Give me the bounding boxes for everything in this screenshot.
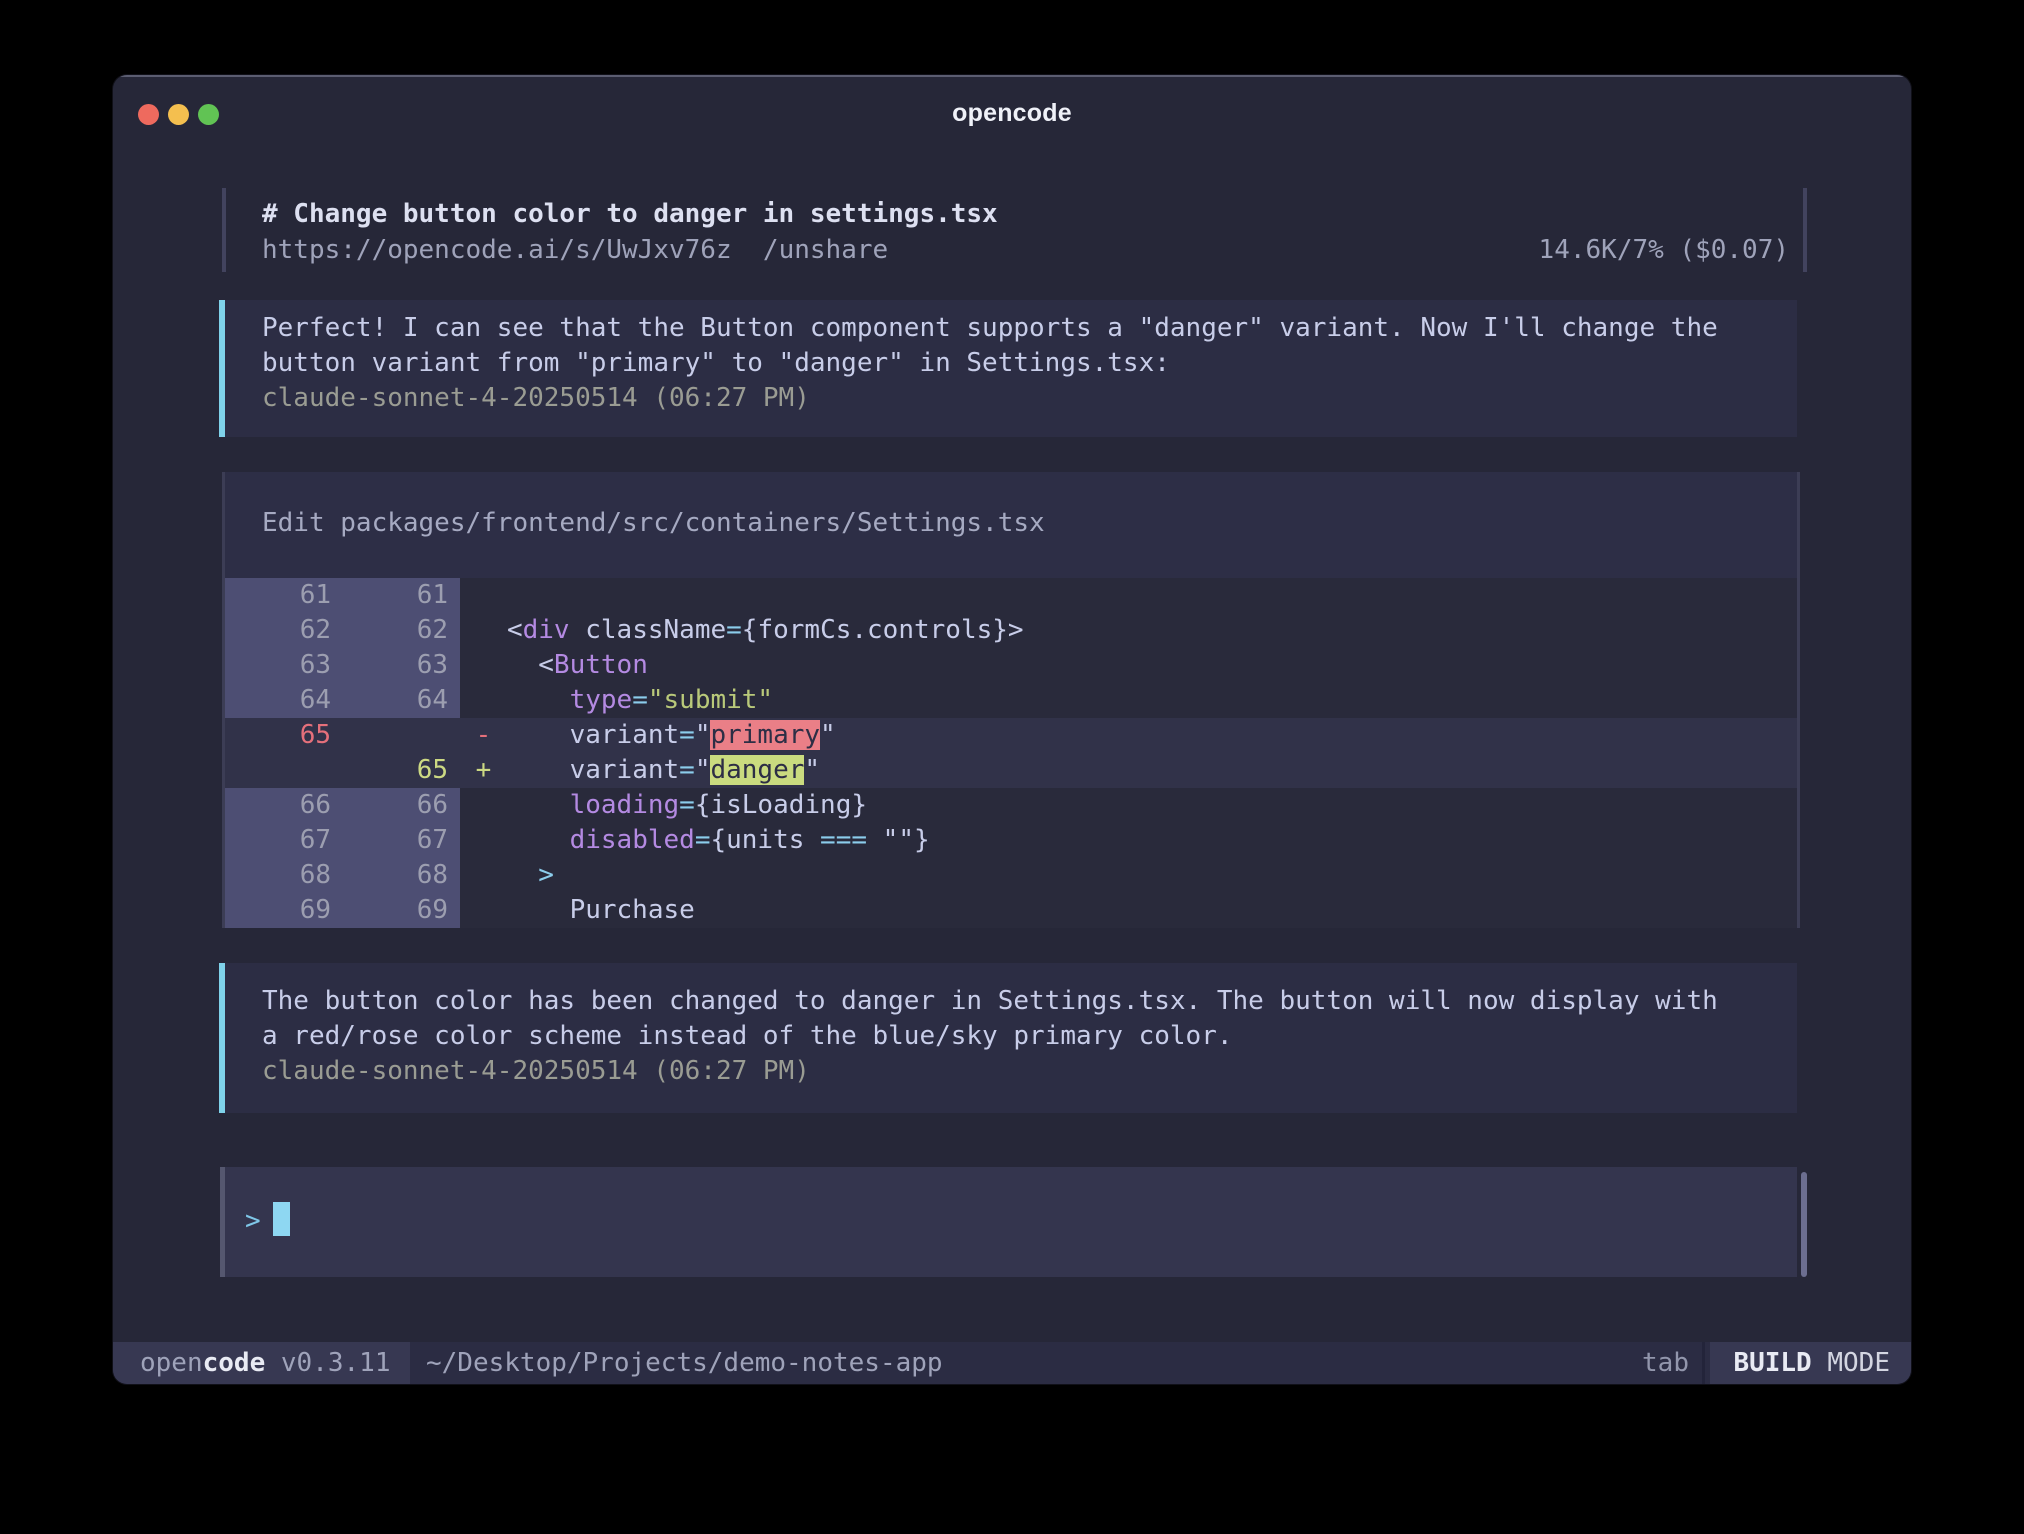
new-line-number: 62 (343, 613, 460, 648)
diff-code-line: disabled={units === ""} (460, 823, 1797, 858)
new-line-number (343, 718, 460, 753)
old-line-number: 66 (225, 788, 343, 823)
message-text-line: button variant from "primary" to "danger… (262, 346, 1797, 381)
old-line-number: 61 (225, 578, 343, 613)
diff-code-line: > (460, 858, 1797, 893)
app-name-suffix: code (203, 1348, 266, 1378)
old-line-number: 62 (225, 613, 343, 648)
prompt-symbol: > (245, 1206, 261, 1236)
diff-row: 6464 type="submit" (225, 683, 1797, 718)
message-body: The button color has been changed to dan… (262, 984, 1797, 1054)
message-model-meta: claude-sonnet-4-20250514 (06:27 PM) (262, 1054, 1797, 1089)
diff-code-line: <Button (460, 648, 1797, 683)
titlebar: opencode (113, 75, 1911, 145)
diff-row: 6868 > (225, 858, 1797, 893)
session-header: # Change button color to danger in setti… (222, 188, 1807, 272)
diff-gutter: 6161 (225, 578, 460, 613)
new-line-number: 69 (343, 893, 460, 928)
old-line-number (225, 753, 343, 788)
diff-gutter: 6363 (225, 648, 460, 683)
old-line-number: 68 (225, 858, 343, 893)
new-line-number: 61 (343, 578, 460, 613)
opencode-window: opencode # Change button color to danger… (113, 75, 1911, 1384)
diff-code-line: - variant="primary" (460, 718, 1797, 753)
diff-gutter: 6969 (225, 893, 460, 928)
unshare-command: /unshare (763, 235, 888, 265)
session-share-line: https://opencode.ai/s/UwJxv76z /unshare (262, 232, 888, 268)
old-line-number: 64 (225, 683, 343, 718)
new-line-number: 67 (343, 823, 460, 858)
message-text-line: The button color has been changed to dan… (262, 984, 1797, 1019)
new-line-number: 64 (343, 683, 460, 718)
text-cursor (273, 1202, 290, 1236)
diff-rows: 61616262 <div className={formCs.controls… (225, 578, 1797, 928)
new-line-number: 65 (343, 753, 460, 788)
diff-code-line: + variant="danger" (460, 753, 1797, 788)
assistant-message: Perfect! I can see that the Button compo… (219, 300, 1797, 437)
diff-row: 65 - variant="primary" (225, 718, 1797, 753)
old-line-number: 69 (225, 893, 343, 928)
old-line-number: 65 (225, 718, 343, 753)
old-line-number: 67 (225, 823, 343, 858)
diff-code-line (460, 578, 1797, 613)
diff-gutter: 6262 (225, 613, 460, 648)
diff-row: 6969 Purchase (225, 893, 1797, 928)
diff-code-line: loading={isLoading} (460, 788, 1797, 823)
diff-gutter: 65 (225, 718, 460, 753)
diff-row: 6767 disabled={units === ""} (225, 823, 1797, 858)
new-line-number: 68 (343, 858, 460, 893)
diff-gutter: 65 (225, 753, 460, 788)
header-right-border (1803, 188, 1807, 272)
tab-key-hint: tab (1642, 1342, 1689, 1384)
diff-gutter: 6767 (225, 823, 460, 858)
old-line-number: 63 (225, 648, 343, 683)
message-model-meta: claude-sonnet-4-20250514 (06:27 PM) (262, 381, 1797, 416)
message-text-line: Perfect! I can see that the Button compo… (262, 311, 1797, 346)
input-scrollbar[interactable] (1801, 1172, 1807, 1277)
app-name-prefix: open (140, 1348, 203, 1378)
assistant-message: The button color has been changed to dan… (219, 963, 1797, 1113)
diff-code-line: type="submit" (460, 683, 1797, 718)
message-text-line: a red/rose color scheme instead of the b… (262, 1019, 1797, 1054)
diff-row: 6161 (225, 578, 1797, 613)
mode-suffix: MODE (1812, 1348, 1890, 1378)
app-version: v0.3.11 (265, 1348, 390, 1378)
diff-row: 6363 <Button (225, 648, 1797, 683)
diff-row: 65 + variant="danger" (225, 753, 1797, 788)
share-url: https://opencode.ai/s/UwJxv76z (262, 235, 732, 265)
share-url-gap (732, 235, 763, 265)
new-line-number: 63 (343, 648, 460, 683)
new-line-number: 66 (343, 788, 460, 823)
token-usage: 14.6K/7% ($0.07) (1539, 232, 1789, 268)
diff-gutter: 6666 (225, 788, 460, 823)
status-bar: opencode v0.3.11 ~/Desktop/Projects/demo… (113, 1342, 1911, 1384)
diff-gutter: 6464 (225, 683, 460, 718)
window-title: opencode (113, 99, 1911, 128)
prompt-input[interactable]: > (220, 1167, 1797, 1277)
message-body: Perfect! I can see that the Button compo… (262, 311, 1797, 381)
diff-row: 6666 loading={isLoading} (225, 788, 1797, 823)
session-title: # Change button color to danger in setti… (262, 196, 998, 232)
status-divider (1702, 1342, 1705, 1384)
diff-code-line: <div className={formCs.controls}> (460, 613, 1797, 648)
app-version-chip: opencode v0.3.11 (113, 1342, 410, 1384)
mode-chip: BUILD MODE (1710, 1342, 1911, 1384)
diff-row: 6262 <div className={formCs.controls}> (225, 613, 1797, 648)
diff-gutter: 6868 (225, 858, 460, 893)
edit-tool-block: Edit packages/frontend/src/containers/Se… (222, 472, 1800, 928)
header-left-border (222, 188, 226, 272)
working-directory: ~/Desktop/Projects/demo-notes-app (426, 1342, 943, 1384)
edit-tool-title: Edit packages/frontend/src/containers/Se… (225, 472, 1797, 578)
mode-name: BUILD (1733, 1348, 1811, 1378)
diff-code-line: Purchase (460, 893, 1797, 928)
